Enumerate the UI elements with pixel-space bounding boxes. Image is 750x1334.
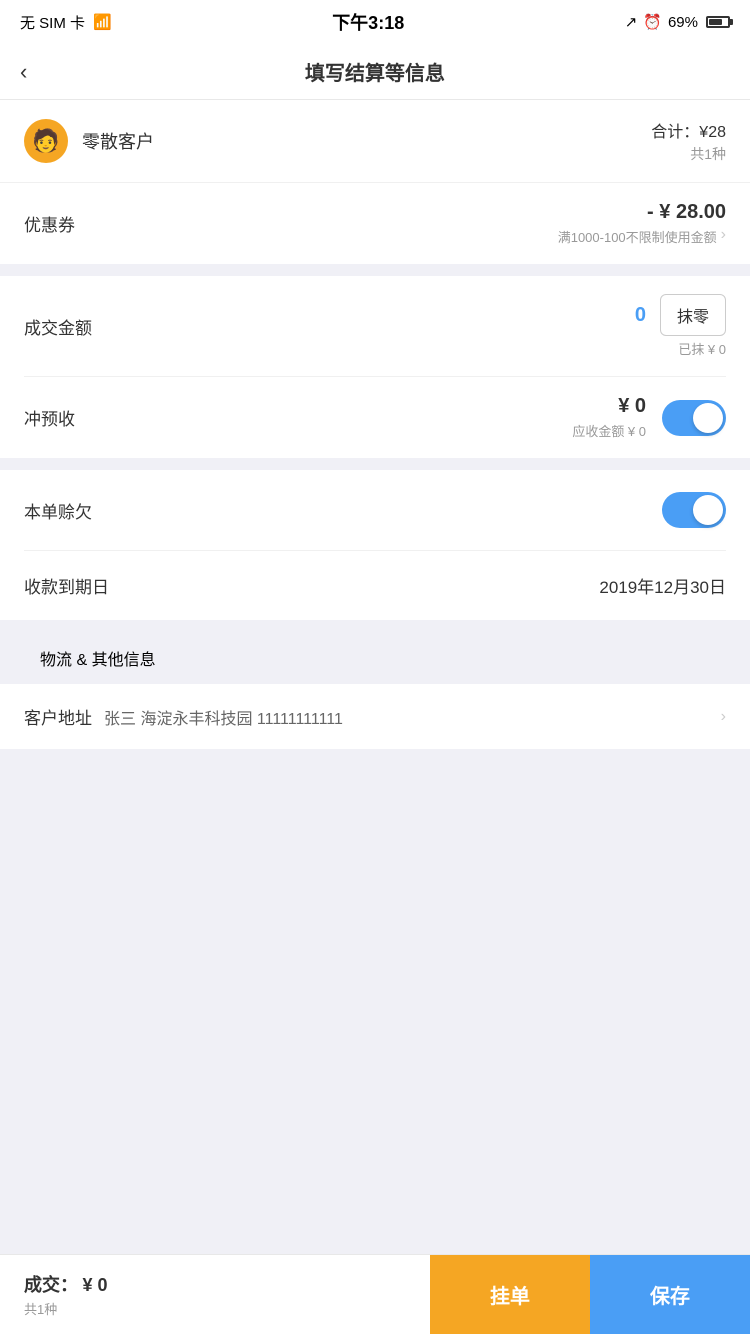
transaction-amount-row: 成交金额 0 抹零 已抹 ¥ 0 bbox=[24, 276, 726, 377]
customer-left: 🧑 零散客户 bbox=[24, 119, 154, 163]
transaction-sub-text: 已抹 ¥ 0 bbox=[635, 339, 726, 358]
logistics-label: 物流 & 其他信息 bbox=[40, 652, 156, 669]
bottom-deal-amount: ¥ 0 bbox=[82, 1275, 107, 1295]
coupon-right: - ¥ 28.00 满1000-100不限制使用金额 › bbox=[558, 201, 726, 246]
status-right: ↗ ⏰ 69% bbox=[625, 13, 730, 31]
debt-row: 本单赊欠 bbox=[24, 470, 726, 551]
transaction-amount-value: 0 bbox=[635, 304, 646, 327]
customer-name: 零散客户 bbox=[82, 128, 154, 154]
address-row[interactable]: 客户地址 张三 海淀永丰科技园 11111111111 › bbox=[24, 684, 726, 749]
prepayment-label: 冲预收 bbox=[24, 405, 75, 430]
transaction-right: 0 抹零 bbox=[635, 294, 726, 336]
prepayment-toggle[interactable] bbox=[662, 400, 726, 436]
coupon-amount: - ¥ 28.00 bbox=[558, 201, 726, 224]
toggle-knob bbox=[693, 403, 723, 433]
save-button[interactable]: 保存 bbox=[590, 1255, 750, 1334]
prepayment-amount: ¥ 0 bbox=[572, 395, 646, 418]
debt-toggle[interactable] bbox=[662, 492, 726, 528]
customer-right: 合计：¥28 共1种 bbox=[651, 118, 726, 164]
avatar: 🧑 bbox=[24, 119, 68, 163]
carrier-text: 无 SIM 卡 bbox=[20, 12, 85, 33]
transaction-section: 成交金额 0 抹零 已抹 ¥ 0 冲预收 ¥ 0 应收金额 ¥ 0 bbox=[0, 276, 750, 458]
address-chevron: › bbox=[721, 708, 726, 726]
battery-icon bbox=[706, 16, 730, 28]
avatar-icon: 🧑 bbox=[32, 128, 59, 154]
prepayment-row: 冲预收 ¥ 0 应收金额 ¥ 0 bbox=[24, 377, 726, 458]
due-date-label: 收款到期日 bbox=[24, 573, 109, 598]
divider-line: 物流 & 其他信息 bbox=[40, 646, 710, 670]
total-count: 共1种 bbox=[651, 144, 726, 164]
transaction-label: 成交金额 bbox=[24, 314, 92, 339]
alarm-icon: ⏰ bbox=[643, 13, 662, 31]
due-date-row: 收款到期日 2019年12月30日 bbox=[24, 551, 726, 620]
total-amount: 合计：¥28 bbox=[651, 118, 726, 142]
prepayment-sub-text: 应收金额 ¥ 0 bbox=[572, 421, 646, 440]
bottom-info: 成交： ¥ 0 共1种 bbox=[0, 1271, 430, 1318]
bottom-deal-label: 成交： bbox=[24, 1275, 78, 1295]
status-time: 下午3:18 bbox=[332, 9, 404, 35]
bottom-bar: 成交： ¥ 0 共1种 挂单 保存 bbox=[0, 1254, 750, 1334]
debt-section: 本单赊欠 收款到期日 2019年12月30日 bbox=[0, 470, 750, 620]
customer-section: 🧑 零散客户 合计：¥28 共1种 优惠券 - ¥ 28.00 满1000-10… bbox=[0, 100, 750, 264]
address-label: 客户地址 bbox=[24, 704, 92, 729]
address-value: 张三 海淀永丰科技园 11111111111 bbox=[104, 705, 709, 729]
round-zero-button[interactable]: 抹零 bbox=[660, 294, 726, 336]
coupon-desc: 满1000-100不限制使用金额 bbox=[558, 227, 717, 246]
customer-row: 🧑 零散客户 合计：¥28 共1种 bbox=[0, 100, 750, 182]
due-date-value: 2019年12月30日 bbox=[599, 573, 726, 598]
status-left: 无 SIM 卡 📶 bbox=[20, 12, 112, 33]
battery-percent: 69% bbox=[668, 14, 698, 31]
status-bar: 无 SIM 卡 📶 下午3:18 ↗ ⏰ 69% bbox=[0, 0, 750, 44]
logistics-divider: 物流 & 其他信息 bbox=[0, 632, 750, 684]
debt-toggle-knob bbox=[693, 495, 723, 525]
coupon-chevron: › bbox=[721, 226, 726, 244]
location-icon: ↗ bbox=[625, 13, 638, 31]
nav-bar: ‹ 填写结算等信息 bbox=[0, 44, 750, 100]
bottom-deal: 成交： ¥ 0 bbox=[24, 1271, 406, 1297]
page-title: 填写结算等信息 bbox=[305, 57, 445, 86]
wifi-icon: 📶 bbox=[93, 13, 112, 31]
address-section: 客户地址 张三 海淀永丰科技园 11111111111 › bbox=[0, 684, 750, 749]
bottom-count: 共1种 bbox=[24, 1299, 406, 1318]
debt-label: 本单赊欠 bbox=[24, 498, 92, 523]
coupon-label: 优惠券 bbox=[24, 211, 75, 236]
hold-button[interactable]: 挂单 bbox=[430, 1255, 590, 1334]
back-button[interactable]: ‹ bbox=[20, 59, 27, 85]
coupon-row[interactable]: 优惠券 - ¥ 28.00 满1000-100不限制使用金额 › bbox=[0, 182, 750, 264]
